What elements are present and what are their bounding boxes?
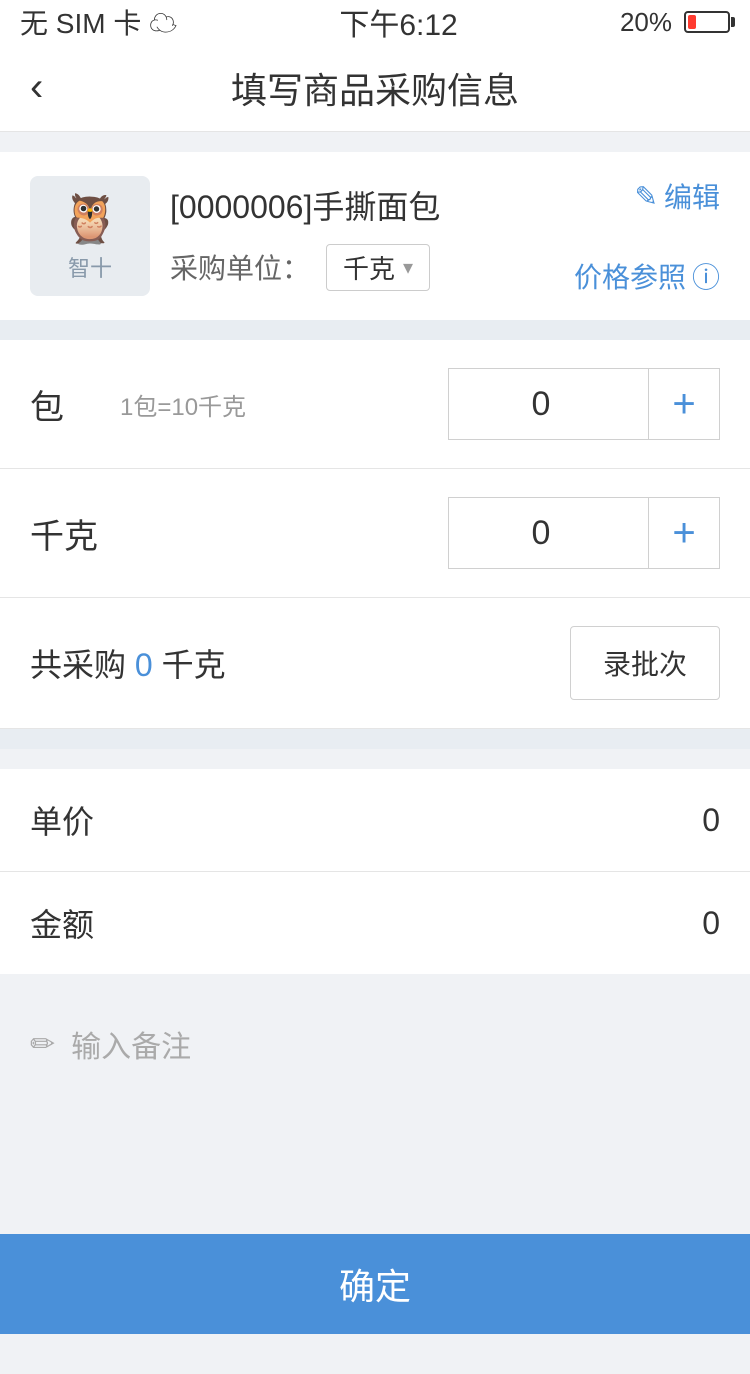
remark-section[interactable]: ✏ 输入备注: [0, 994, 750, 1094]
quantity-label-kg: 千克: [30, 509, 110, 558]
help-icon: ⓘ: [692, 256, 720, 296]
quantity-sublabel-bao: 1包=10千克: [120, 387, 246, 422]
price-ref-label: 价格参照: [574, 256, 686, 296]
page-title: 填写商品采购信息: [231, 62, 519, 114]
edit-button[interactable]: ✎ 编辑: [635, 176, 720, 216]
sim-status: 无 SIM 卡 ☁: [20, 2, 177, 42]
status-bar: 无 SIM 卡 ☁ 下午6:12 20%: [0, 0, 750, 44]
product-image: 🦉 智十: [30, 176, 150, 296]
quantity-section: 包 1包=10千克 + 千克 +: [0, 340, 750, 598]
battery-percent-label: 20%: [620, 7, 672, 38]
batch-button[interactable]: 录批次: [570, 626, 720, 700]
status-time: 下午6:12: [339, 0, 457, 44]
amount-label: 金额: [30, 900, 94, 946]
unit-value: 千克: [343, 249, 395, 286]
unit-price-row: 单价 0: [0, 769, 750, 872]
price-ref-button[interactable]: 价格参照 ⓘ: [574, 256, 720, 296]
info-section: 单价 0 金额 0: [0, 769, 750, 974]
quantity-plus-kg[interactable]: +: [648, 497, 720, 569]
section-divider-2: [0, 729, 750, 749]
battery-icon: [684, 11, 730, 33]
quantity-input-bao[interactable]: [448, 368, 648, 440]
status-left: 无 SIM 卡 ☁: [20, 2, 177, 42]
product-brand-label: 智十: [68, 251, 112, 283]
quantity-plus-bao[interactable]: +: [648, 368, 720, 440]
quantity-input-wrap-bao: +: [448, 368, 720, 440]
amount-value: 0: [702, 905, 720, 942]
quantity-input-kg[interactable]: [448, 497, 648, 569]
chevron-down-icon: ▾: [403, 255, 413, 280]
unit-select[interactable]: 千克 ▾: [326, 244, 430, 291]
quantity-input-wrap-kg: +: [448, 497, 720, 569]
confirm-button[interactable]: 确定: [0, 1234, 750, 1334]
edit-icon: ✎: [635, 180, 658, 213]
amount-row: 金额 0: [0, 872, 750, 974]
status-right: 20%: [620, 7, 730, 38]
product-logo-icon: 🦉: [60, 190, 120, 247]
remark-placeholder: 输入备注: [71, 1022, 191, 1066]
section-divider: [0, 320, 750, 340]
total-text: 共采购 0 千克: [30, 640, 226, 686]
quantity-label-bao: 包: [30, 380, 110, 429]
quantity-row-kg: 千克 +: [0, 469, 750, 598]
unit-label: 采购单位：: [170, 247, 310, 287]
total-value: 0: [135, 647, 153, 683]
product-card: 🦉 智十 [0000006]手撕面包 采购单位： 千克 ▾ ✎ 编辑 价格参照 …: [0, 152, 750, 320]
pencil-icon: ✏: [30, 1027, 55, 1062]
quantity-row-bao: 包 1包=10千克 +: [0, 340, 750, 469]
back-button[interactable]: ‹: [30, 65, 90, 110]
unit-price-value: 0: [702, 802, 720, 839]
total-section: 共采购 0 千克 录批次: [0, 598, 750, 729]
nav-bar: ‹ 填写商品采购信息: [0, 44, 750, 132]
unit-price-label: 单价: [30, 797, 94, 843]
